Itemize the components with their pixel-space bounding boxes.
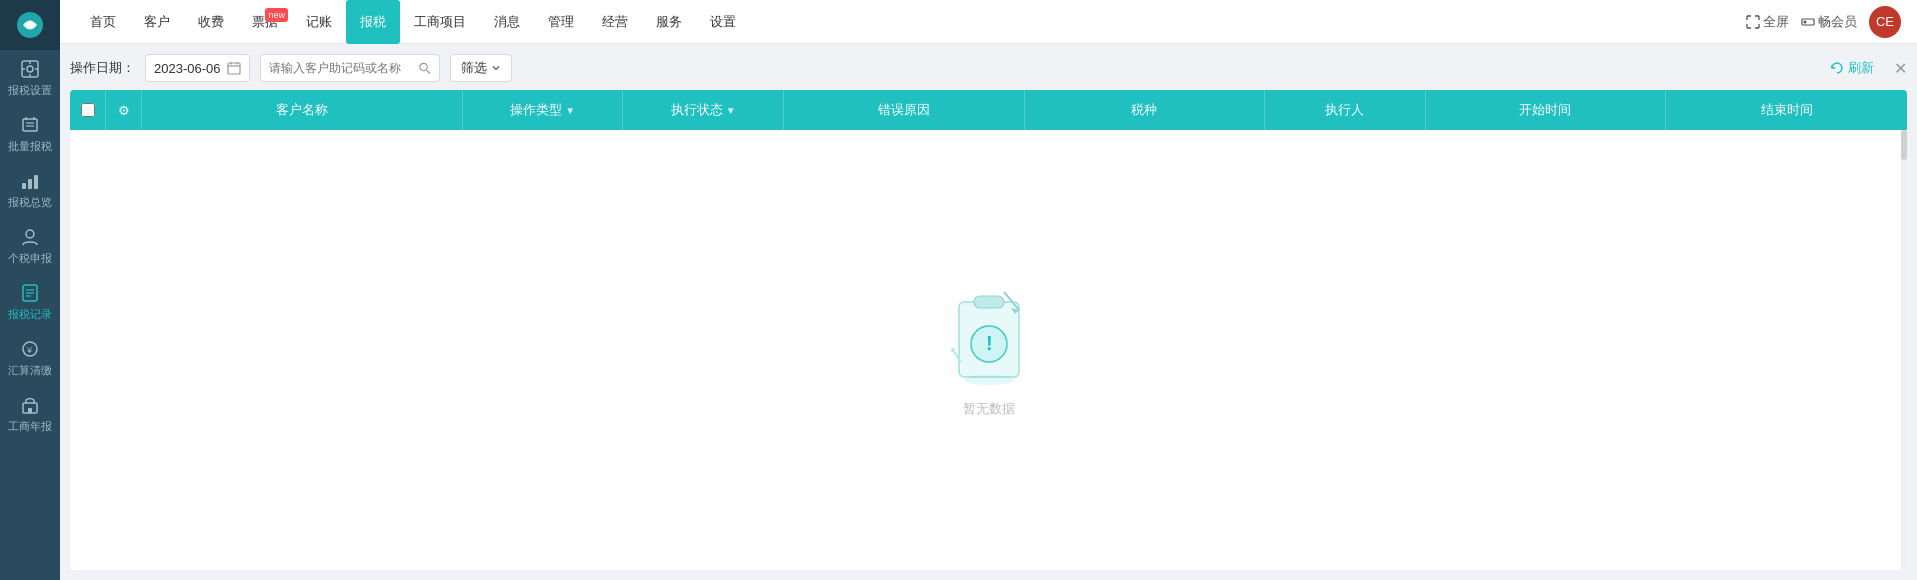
nav-jingying[interactable]: 经营 — [588, 0, 642, 44]
sidebar-item-gongshang-nianbao[interactable]: 工商年报 — [0, 386, 60, 442]
th-op-type: 操作类型 ▼ — [463, 90, 623, 130]
sidebar-item-piliang-baoshui[interactable]: 批量报税 — [0, 106, 60, 162]
search-icon — [418, 61, 431, 75]
sidebar-item-label: 批量报税 — [8, 139, 52, 154]
nav-jizhang[interactable]: 记账 — [292, 0, 346, 44]
nav-piaoju[interactable]: 票据 new — [238, 0, 292, 44]
date-label: 操作日期： — [70, 59, 135, 77]
empty-text: 暂无数据 — [963, 400, 1015, 418]
topnav-right: 全屏 畅会员 CE — [1746, 6, 1901, 38]
table-header: ⚙ 客户名称 操作类型 ▼ 执行状态 ▼ 错误原因 税种 — [70, 90, 1907, 130]
avatar[interactable]: CE — [1869, 6, 1901, 38]
svg-rect-11 — [22, 183, 26, 189]
th-tax-type: 税种 — [1025, 90, 1266, 130]
scrollbar-thumb[interactable] — [1901, 130, 1907, 160]
table-wrap: ⚙ 客户名称 操作类型 ▼ 执行状态 ▼ 错误原因 税种 — [70, 90, 1907, 570]
fullscreen-button[interactable]: 全屏 — [1746, 13, 1789, 31]
svg-text:¥: ¥ — [26, 345, 33, 355]
sidebar-item-baoshui-shezhi[interactable]: 报税设置 — [0, 50, 60, 106]
nav-customers[interactable]: 客户 — [130, 0, 184, 44]
sort-icon-exec-status[interactable]: ▼ — [726, 105, 736, 116]
sidebar-item-label: 汇算清缴 — [8, 363, 52, 378]
filter-button[interactable]: 筛选 — [450, 54, 512, 82]
svg-point-29 — [419, 63, 426, 70]
fullscreen-icon — [1746, 15, 1760, 29]
nav-baoshui[interactable]: 报税 — [346, 0, 400, 44]
nav-gongshang[interactable]: 工商项目 — [400, 0, 480, 44]
baoshui-jilu-icon — [19, 282, 41, 304]
svg-point-38 — [951, 348, 955, 352]
sidebar-item-baoshui-jilu[interactable]: 报税记录 — [0, 274, 60, 330]
huisuan-jiaona-icon: ¥ — [19, 338, 41, 360]
th-client-name: 客户名称 — [142, 90, 463, 130]
svg-text:!: ! — [986, 332, 993, 354]
svg-rect-8 — [23, 119, 37, 131]
nav-guanli[interactable]: 管理 — [534, 0, 588, 44]
th-setting[interactable]: ⚙ — [106, 90, 142, 130]
sidebar: 报税设置 批量报税 报税总览 — [0, 0, 60, 580]
nav-homepage[interactable]: 首页 — [76, 0, 130, 44]
sidebar-item-label: 报税总览 — [8, 195, 52, 210]
search-input[interactable] — [269, 61, 418, 75]
setting-icon: ⚙ — [118, 103, 130, 118]
sidebar-item-huisuan-jiaona[interactable]: ¥ 汇算清缴 — [0, 330, 60, 386]
svg-point-39 — [964, 375, 1014, 385]
empty-illustration: ! 暂无数据 — [939, 282, 1039, 418]
table-body: ! 暂无数据 — [70, 130, 1907, 570]
sidebar-item-label: 工商年报 — [8, 419, 52, 434]
sidebar-item-label: 报税设置 — [8, 83, 52, 98]
baoshui-zongjian-icon — [19, 170, 41, 192]
th-end-time: 结束时间 — [1666, 90, 1907, 130]
svg-line-30 — [426, 70, 429, 73]
toolbar: 操作日期： 2023-06-06 筛选 — [70, 54, 1907, 82]
empty-state-image: ! — [939, 282, 1039, 392]
sidebar-item-label: 报税记录 — [8, 307, 52, 322]
close-button[interactable]: ✕ — [1894, 59, 1907, 78]
svg-rect-13 — [34, 175, 38, 189]
sidebar-logo — [0, 0, 60, 50]
svg-rect-22 — [28, 408, 32, 413]
chevron-down-icon — [491, 63, 501, 73]
nav-fuwu[interactable]: 服务 — [642, 0, 696, 44]
sidebar-item-label: 个税申报 — [8, 251, 52, 266]
piliang-baoshui-icon — [19, 114, 41, 136]
refresh-icon — [1830, 61, 1844, 75]
geshui-shenbao-icon — [19, 226, 41, 248]
member-button[interactable]: 畅会员 — [1801, 13, 1857, 31]
svg-rect-25 — [228, 63, 240, 74]
baoshui-shezhi-icon — [19, 58, 41, 80]
topnav: 首页 客户 收费 票据 new 记账 报税 工商项目 消息 管理 经营 — [60, 0, 1917, 44]
gongshang-nianbao-icon — [19, 394, 41, 416]
svg-point-3 — [27, 66, 33, 72]
th-start-time: 开始时间 — [1426, 90, 1667, 130]
th-executor: 执行人 — [1265, 90, 1425, 130]
svg-point-1 — [27, 22, 33, 28]
sidebar-item-geshui-shenbao[interactable]: 个税申报 — [0, 218, 60, 274]
svg-rect-12 — [28, 179, 32, 189]
th-error-reason: 错误原因 — [784, 90, 1025, 130]
nav-shezhi[interactable]: 设置 — [696, 0, 750, 44]
nav-xiaoxi[interactable]: 消息 — [480, 0, 534, 44]
scrollbar-track[interactable] — [1901, 130, 1907, 570]
sidebar-item-baoshui-zongjian[interactable]: 报税总览 — [0, 162, 60, 218]
select-all-checkbox[interactable] — [81, 103, 95, 117]
search-wrap[interactable] — [260, 54, 440, 82]
date-input[interactable]: 2023-06-06 — [145, 54, 250, 82]
refresh-button[interactable]: 刷新 — [1830, 59, 1874, 77]
th-exec-status: 执行状态 ▼ — [623, 90, 783, 130]
nav-shoufei[interactable]: 收费 — [184, 0, 238, 44]
date-value: 2023-06-06 — [154, 61, 221, 76]
svg-point-24 — [1804, 20, 1807, 23]
piaoju-badge: new — [265, 8, 288, 22]
svg-rect-32 — [974, 296, 1004, 308]
main-area: 首页 客户 收费 票据 new 记账 报税 工商项目 消息 管理 经营 — [60, 0, 1917, 580]
sort-icon-op-type[interactable]: ▼ — [565, 105, 575, 116]
th-checkbox[interactable] — [70, 90, 106, 130]
member-icon — [1801, 15, 1815, 29]
svg-point-14 — [26, 230, 34, 238]
calendar-icon — [227, 61, 241, 75]
content-area: 操作日期： 2023-06-06 筛选 — [60, 44, 1917, 580]
